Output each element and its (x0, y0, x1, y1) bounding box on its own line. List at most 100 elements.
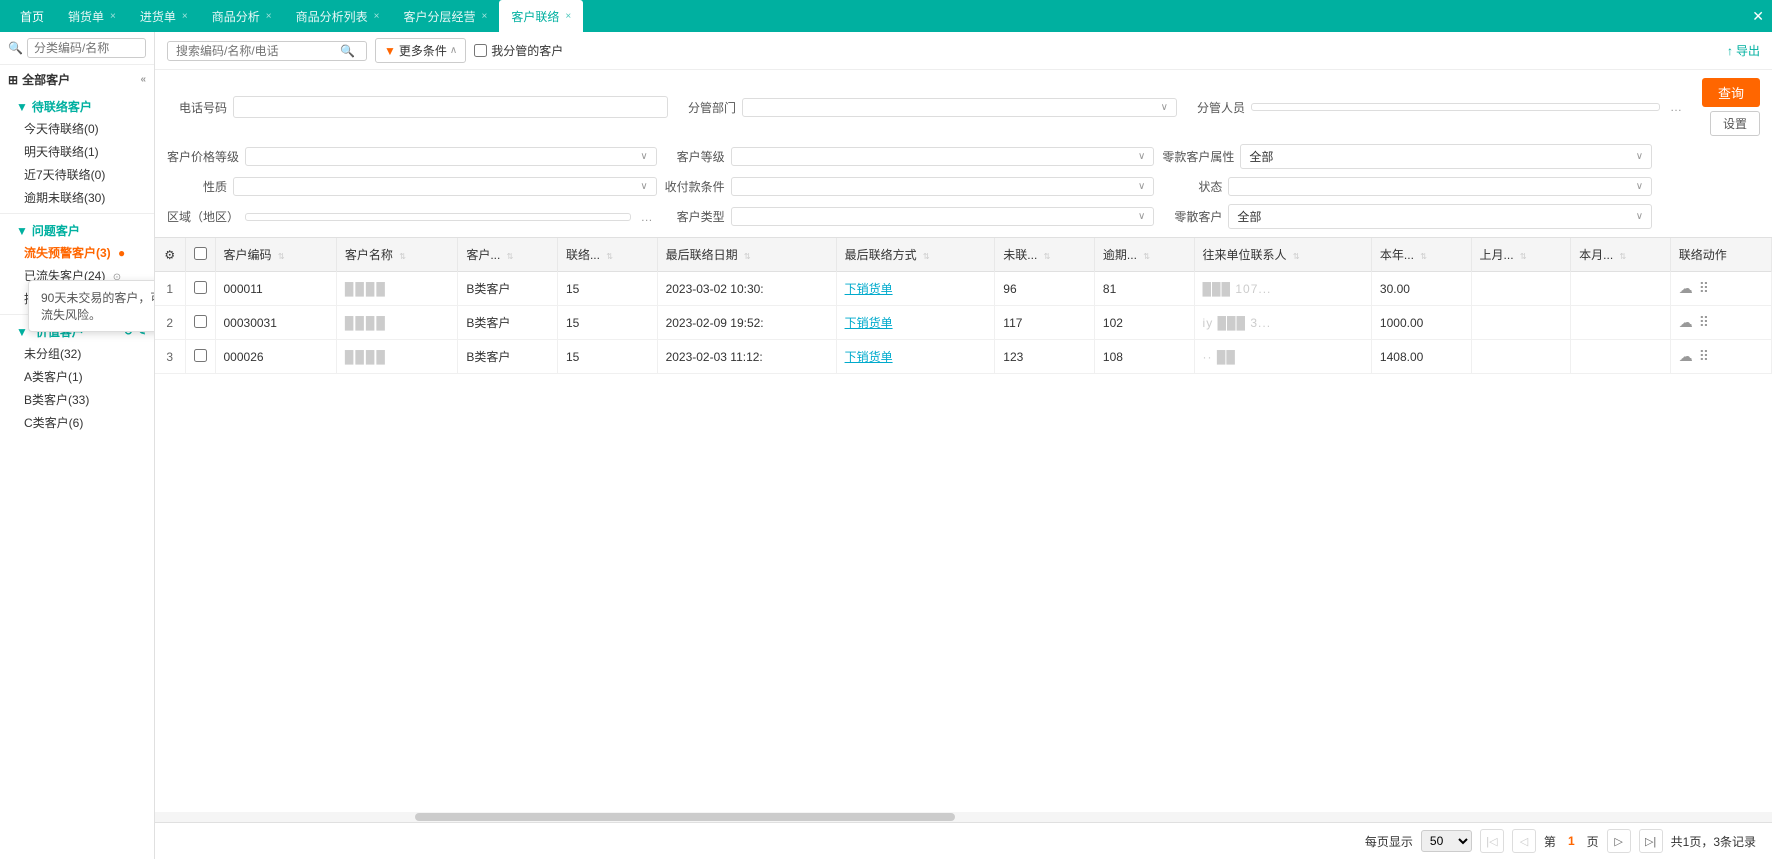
page-last-btn[interactable]: ▷| (1639, 829, 1663, 853)
person-select[interactable] (1251, 103, 1660, 111)
tab-analysis[interactable]: 商品分析 × (200, 0, 284, 32)
tab-sales-close[interactable]: × (110, 11, 116, 22)
td-checkbox[interactable] (185, 272, 215, 306)
settings-btn[interactable]: 设置 (1710, 111, 1760, 136)
more-conditions-arrow: ∧ (450, 45, 457, 56)
more-icon[interactable]: ⠿ (1699, 280, 1709, 297)
page-first-btn[interactable]: |◁ (1480, 829, 1504, 853)
last-way-link[interactable]: 下销货单 (845, 316, 893, 330)
group-problem-customers[interactable]: ▼ 问题客户 (0, 218, 154, 241)
tab-analysis-list[interactable]: 商品分析列表 × (284, 0, 392, 32)
tab-analysis-list-close[interactable]: × (374, 11, 380, 22)
tooltip-text: 90天未交易的客户，可能有流失风险。 (41, 291, 155, 322)
sidebar-item-overdue[interactable]: 逾期未联络(30) (0, 186, 154, 209)
tab-purchase[interactable]: 进货单 × (128, 0, 200, 32)
name-sort-icon[interactable]: ⇅ (399, 252, 406, 261)
code-sort-icon[interactable]: ⇅ (278, 252, 285, 261)
tab-customer-contact[interactable]: 客户联络 × (499, 0, 583, 32)
contact-icon[interactable]: ☁ (1679, 280, 1693, 297)
page-prev-btn[interactable]: ◁ (1512, 829, 1536, 853)
tab-customer-contact-close[interactable]: × (565, 11, 571, 22)
td-checkbox[interactable] (185, 340, 215, 374)
export-btn[interactable]: ↑ 导出 (1727, 42, 1760, 59)
not-contacted-sort-icon[interactable]: ⇅ (1044, 252, 1051, 261)
area-select[interactable] (245, 213, 631, 221)
tab-customer-tier-close[interactable]: × (481, 11, 487, 22)
tab-sales[interactable]: 销货单 × (56, 0, 128, 32)
phone-input[interactable] (233, 96, 668, 118)
status-select[interactable]: ∨ (1228, 177, 1652, 196)
customer-type-select[interactable]: ∨ (731, 207, 1155, 226)
all-customers-header[interactable]: ⊞ 全部客户 « (0, 65, 154, 94)
my-customer-checkbox-wrap[interactable]: 我分管的客户 (474, 42, 563, 59)
field-customer-type: 客户类型 ∨ (665, 207, 1155, 226)
payment-select[interactable]: ∨ (731, 177, 1155, 196)
zero-customer-select[interactable]: 全部 ∨ (1228, 204, 1652, 229)
overdue-sort-icon[interactable]: ⇅ (1143, 252, 1150, 261)
contact-icon[interactable]: ☁ (1679, 314, 1693, 331)
last-way-link[interactable]: 下销货单 (845, 350, 893, 364)
td-checkbox[interactable] (185, 306, 215, 340)
th-settings[interactable]: ⚙ (155, 238, 185, 272)
more-icon[interactable]: ⠿ (1699, 348, 1709, 365)
churn-warning-indicator: ● (118, 246, 125, 260)
sidebar-item-a-class[interactable]: A类客户(1) (0, 365, 154, 388)
last-month-sort-icon[interactable]: ⇅ (1520, 252, 1527, 261)
last-way-sort-icon[interactable]: ⇅ (923, 252, 930, 261)
person-dots[interactable]: … (1666, 100, 1686, 114)
unit-contact-sort-icon[interactable]: ⇅ (1293, 252, 1300, 261)
per-page-select[interactable]: 50 100 200 (1421, 830, 1472, 852)
export-label: 导出 (1736, 42, 1760, 59)
tab-analysis-label: 商品分析 (212, 8, 260, 25)
row-checkbox[interactable] (194, 349, 207, 362)
last-date-sort-icon[interactable]: ⇅ (744, 252, 751, 261)
query-btn[interactable]: 查询 (1702, 78, 1760, 107)
sidebar-item-c-class[interactable]: C类客户(6) (0, 411, 154, 434)
customer-level-select[interactable]: ∨ (731, 147, 1155, 166)
area-dots[interactable]: … (637, 210, 657, 224)
more-conditions-btn[interactable]: ▼ 更多条件 ∧ (375, 38, 466, 63)
my-customer-checkbox[interactable] (474, 44, 487, 57)
nature-select[interactable]: ∨ (233, 177, 657, 196)
td-last-way[interactable]: 下销货单 (836, 306, 995, 340)
last-way-link[interactable]: 下销货单 (845, 282, 893, 296)
th-code-label: 客户编码 (224, 248, 272, 262)
sidebar-item-7days[interactable]: 近7天待联络(0) (0, 163, 154, 186)
sidebar-item-b-class[interactable]: B类客户(33) (0, 388, 154, 411)
this-year-sort-icon[interactable]: ⇅ (1420, 252, 1427, 261)
close-app-button[interactable]: ✕ (1752, 8, 1764, 25)
search-icon[interactable]: 🔍 (340, 44, 355, 58)
sidebar-item-tomorrow[interactable]: 明天待联络(1) (0, 140, 154, 163)
search-input[interactable] (176, 44, 336, 58)
sidebar-search-input[interactable] (27, 38, 146, 58)
type-sort-icon[interactable]: ⇅ (507, 252, 514, 261)
sidebar-collapse-btn[interactable]: « (140, 74, 146, 85)
sidebar-item-today[interactable]: 今天待联络(0) (0, 117, 154, 140)
td-last-way[interactable]: 下销货单 (836, 272, 995, 306)
price-level-select[interactable]: ∨ (245, 147, 657, 166)
tab-analysis-close[interactable]: × (266, 11, 272, 22)
th-checkbox[interactable] (185, 238, 215, 272)
page-next-btn[interactable]: ▷ (1607, 829, 1631, 853)
field-dept: 分管部门 ∨ (676, 98, 1177, 117)
more-icon[interactable]: ⠿ (1699, 314, 1709, 331)
td-last-way[interactable]: 下销货单 (836, 340, 995, 374)
horizontal-scrollbar[interactable] (155, 812, 1772, 822)
tab-home[interactable]: 首页 (8, 0, 56, 32)
contact-icon[interactable]: ☁ (1679, 348, 1693, 365)
scrollbar-thumb[interactable] (415, 813, 955, 821)
row-checkbox[interactable] (194, 281, 207, 294)
dept-select[interactable]: ∨ (742, 98, 1177, 117)
tab-purchase-close[interactable]: × (182, 11, 188, 22)
tab-customer-tier[interactable]: 客户分层经营 × (391, 0, 499, 32)
this-month-sort-icon[interactable]: ⇅ (1620, 252, 1627, 261)
zero-sales-attr-select[interactable]: 全部 ∨ (1240, 144, 1652, 169)
select-all-checkbox[interactable] (194, 247, 207, 260)
group-pending-contact[interactable]: ▼ 待联络客户 (0, 94, 154, 117)
sidebar-item-churn-warning[interactable]: 流失预警客户(3) ● (0, 241, 154, 264)
th-action: 联络动作 (1670, 238, 1771, 272)
contact-sort-icon[interactable]: ⇅ (606, 252, 613, 261)
settings-icon[interactable]: ⚙ (164, 248, 175, 262)
sidebar-item-ungroup[interactable]: 未分组(32) (0, 342, 154, 365)
row-checkbox[interactable] (194, 315, 207, 328)
